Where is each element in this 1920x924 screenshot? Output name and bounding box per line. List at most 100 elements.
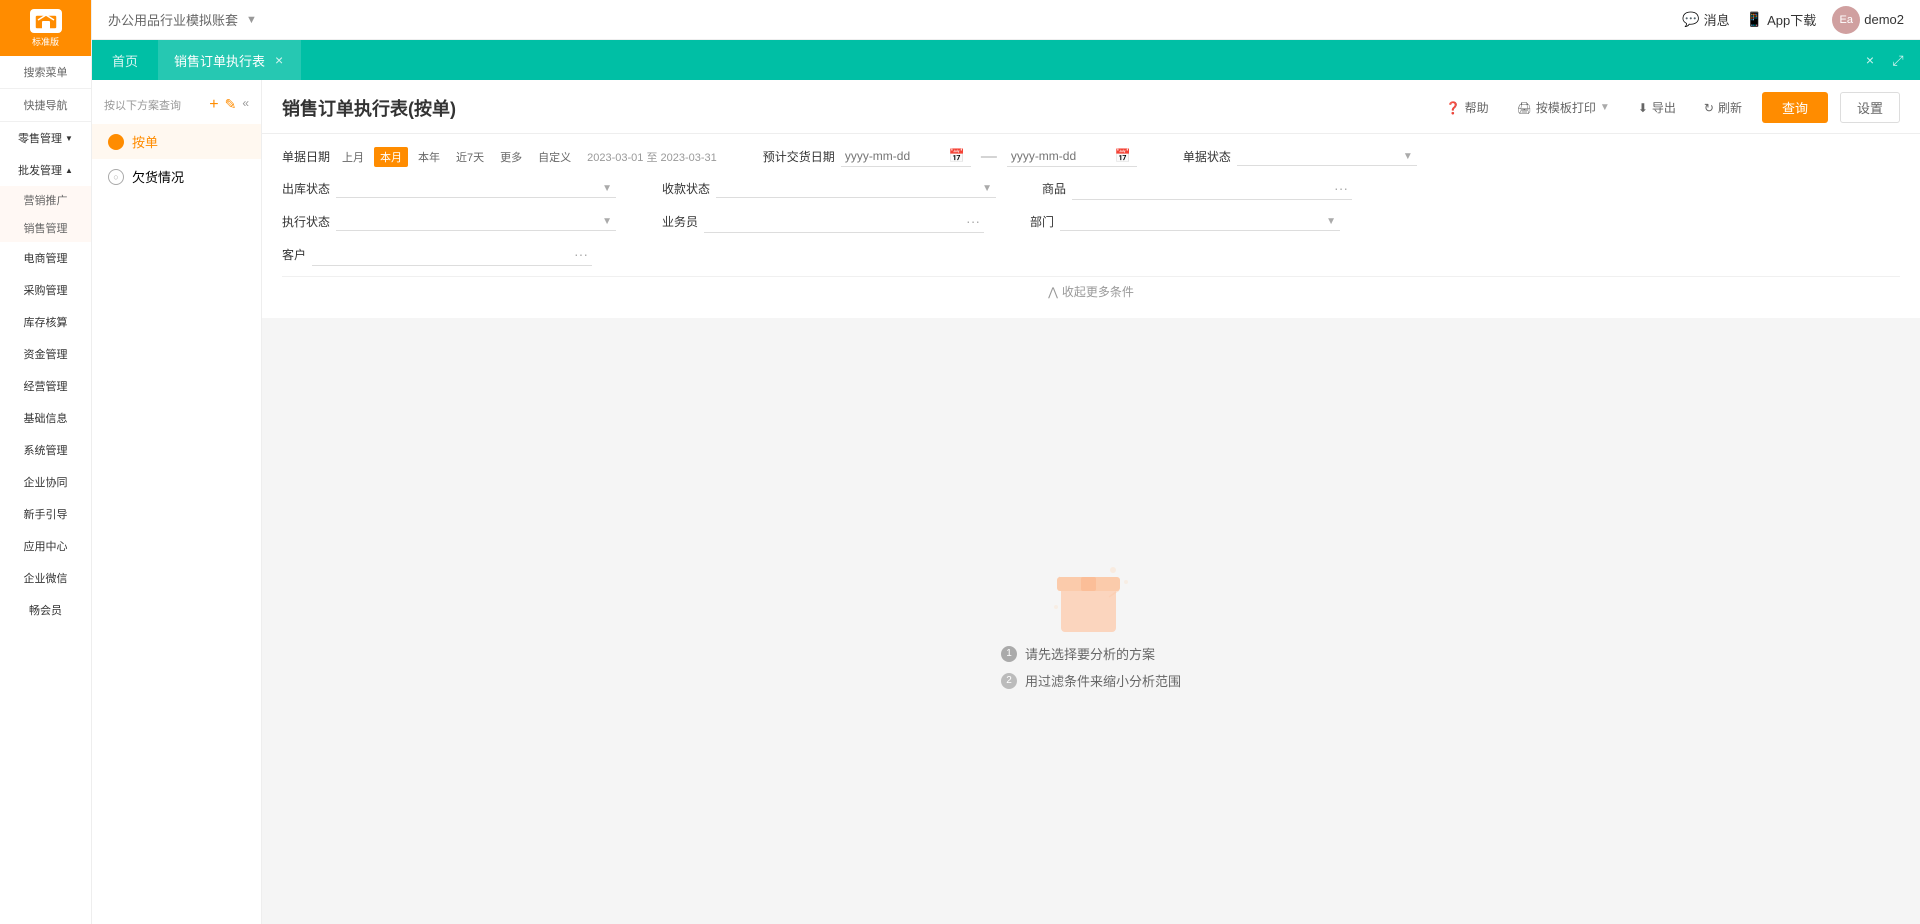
date-btn-year[interactable]: 本年: [412, 147, 446, 167]
page-header-actions: ❓ 帮助 🖨 按模板打印 ▼ ⬇ 导出 ↻: [1438, 92, 1900, 123]
app-download-btn[interactable]: 📱 App下载: [1746, 10, 1817, 29]
sidebar-item-enterprise[interactable]: 企业协同: [0, 466, 91, 498]
main-content: 办公用品行业模拟账套 ▼ 💬 消息 📱 App下载 Ea demo2 首页: [92, 0, 1920, 924]
breadcrumb-text: 办公用品行业模拟账套: [108, 10, 238, 29]
collapse-panel-btn[interactable]: «: [242, 96, 249, 114]
doc-status-dropdown-icon: ▼: [1403, 151, 1413, 162]
date-range-text: 2023-03-01 至 2023-03-31: [587, 149, 717, 165]
sidebar-item-sales[interactable]: 销售管理: [0, 214, 91, 242]
sidebar-item-appcenter[interactable]: 应用中心: [0, 530, 91, 562]
date-filter-buttons: 上月 本月 本年 近7天 更多 自定义: [336, 147, 577, 167]
expected-date-to-input[interactable]: [1011, 149, 1111, 163]
tab-home-label: 首页: [112, 51, 138, 70]
sidebar-item-ecommerce[interactable]: 电商管理: [0, 242, 91, 274]
refresh-label: 刷新: [1718, 99, 1742, 116]
hint-badge-1: 1: [1001, 646, 1017, 662]
avatar-text: Ea: [1840, 14, 1853, 26]
sidebar-item-finance[interactable]: 资金管理: [0, 338, 91, 370]
left-panel-item-shortage[interactable]: ○ 欠货情况: [92, 159, 261, 194]
setting-button[interactable]: 设置: [1840, 92, 1900, 123]
date-btn-cur[interactable]: 本月: [374, 147, 408, 167]
sidebar-item-system[interactable]: 系统管理: [0, 434, 91, 466]
sidebar-logo: 标准版: [0, 0, 92, 56]
salesperson-more-icon[interactable]: ···: [966, 213, 980, 229]
filter-item-date: 单据日期 上月 本月 本年 近7天 更多 自定义 2023-03-01 至 20…: [282, 147, 717, 167]
filter-item-out-status: 出库状态 ▼: [282, 180, 616, 198]
filter-item-goods: 商品 ···: [1042, 177, 1352, 200]
expected-date-from-input[interactable]: [845, 149, 945, 163]
calendar-from-icon[interactable]: 📅: [949, 148, 965, 164]
print-dropdown-icon[interactable]: ▼: [1600, 102, 1610, 113]
dept-label: 部门: [1030, 213, 1054, 230]
add-scheme-btn[interactable]: +: [209, 96, 218, 114]
customer-label: 客户: [282, 246, 306, 263]
doc-status-dropdown[interactable]: ▼: [1237, 148, 1417, 166]
date-btn-7d[interactable]: 近7天: [450, 147, 490, 167]
date-label: 单据日期: [282, 148, 330, 165]
sidebar-item-member[interactable]: 畅会员: [0, 594, 91, 626]
sidebar-item-purchase[interactable]: 采购管理: [0, 274, 91, 306]
expected-date-from-wrapper[interactable]: 📅: [841, 146, 971, 167]
expected-date-to-wrapper[interactable]: 📅: [1007, 146, 1137, 167]
recv-status-dropdown[interactable]: ▼: [716, 180, 996, 198]
sidebar-item-inventory[interactable]: 库存核算: [0, 306, 91, 338]
user-profile-btn[interactable]: Ea demo2: [1832, 6, 1904, 34]
goods-input[interactable]: ···: [1072, 177, 1352, 200]
sidebar-item-ops[interactable]: 经营管理: [0, 370, 91, 402]
filter-item-recv-status: 收款状态 ▼: [662, 180, 996, 198]
sidebar-item-wechat[interactable]: 企业微信: [0, 562, 91, 594]
dept-dropdown[interactable]: ▼: [1060, 213, 1340, 231]
tab-close-icon[interactable]: ×: [273, 50, 285, 70]
sidebar-item-newuser[interactable]: 新手引导: [0, 498, 91, 530]
goods-more-icon[interactable]: ···: [1334, 180, 1348, 196]
help-btn[interactable]: ❓ 帮助: [1438, 95, 1497, 120]
window-close-btn[interactable]: ×: [1860, 50, 1880, 70]
recv-status-dropdown-icon: ▼: [982, 183, 992, 194]
sidebar-item-retail[interactable]: 零售管理: [0, 122, 91, 154]
sidebar-item-wholesale[interactable]: 批发管理: [0, 154, 91, 186]
refresh-btn[interactable]: ↻ 刷新: [1696, 95, 1750, 120]
date-btn-custom[interactable]: 自定义: [532, 147, 577, 167]
collapse-label: 收起更多条件: [1062, 283, 1134, 300]
window-expand-btn[interactable]: ⤢: [1888, 50, 1908, 70]
breadcrumb-dropdown-icon[interactable]: ▼: [246, 14, 257, 26]
customer-more-icon[interactable]: ···: [574, 246, 588, 262]
recv-status-label: 收款状态: [662, 180, 710, 197]
page-title: 销售订单执行表(按单): [282, 95, 456, 121]
empty-text: 1 请先选择要分析的方案 2 用过滤条件来缩小分析范围: [1001, 644, 1181, 690]
sidebar-item-search[interactable]: 办公用品行业模拟账套 搜索菜单: [0, 56, 91, 89]
date-btn-more[interactable]: 更多: [494, 147, 528, 167]
print-btn[interactable]: 🖨 按模板打印 ▼: [1509, 95, 1618, 120]
message-btn[interactable]: 💬 消息: [1682, 10, 1729, 29]
edit-scheme-btn[interactable]: ✎: [225, 96, 237, 114]
app-download-label: App下载: [1767, 10, 1816, 29]
download-icon: 📱: [1746, 11, 1763, 28]
sidebar-item-base[interactable]: 基础信息: [0, 402, 91, 434]
date-btn-prev[interactable]: 上月: [336, 147, 370, 167]
out-status-dropdown[interactable]: ▼: [336, 180, 616, 198]
collapse-btn[interactable]: ⋀ 收起更多条件: [1048, 283, 1134, 300]
tab-home[interactable]: 首页: [92, 40, 158, 80]
print-icon: 🖨: [1517, 101, 1532, 115]
right-panel: 销售订单执行表(按单) ❓ 帮助 🖨 按模板打印 ▼ ⬇: [262, 80, 1920, 924]
filter-item-doc-status: 单据状态 ▼: [1183, 148, 1417, 166]
customer-input[interactable]: ···: [312, 243, 592, 266]
left-panel: 按以下方案查询 + ✎ « 按单 ○ 欠货情况: [92, 80, 262, 924]
logo-icon: [30, 9, 62, 33]
export-btn[interactable]: ⬇ 导出: [1630, 95, 1684, 120]
out-status-label: 出库状态: [282, 180, 330, 197]
sidebar-section-retail: 零售管理 批发管理 营销推广 销售管理 电商管理 采购管理 库存核算 资金管理 …: [0, 122, 91, 626]
filter-item-salesperson: 业务员 ···: [662, 210, 984, 233]
exec-status-dropdown-icon: ▼: [602, 216, 612, 227]
message-icon: 💬: [1682, 11, 1699, 28]
left-panel-item-order[interactable]: 按单: [92, 124, 261, 159]
sidebar-item-marketing[interactable]: 营销推广: [0, 186, 91, 214]
exec-status-dropdown[interactable]: ▼: [336, 213, 616, 231]
calendar-to-icon[interactable]: 📅: [1115, 148, 1131, 164]
user-avatar: Ea: [1832, 6, 1860, 34]
query-button[interactable]: 查询: [1762, 92, 1828, 123]
exec-status-label: 执行状态: [282, 213, 330, 230]
tab-sales-order[interactable]: 销售订单执行表 ×: [158, 40, 301, 80]
salesperson-input[interactable]: ···: [704, 210, 984, 233]
sidebar-item-quick-nav[interactable]: 快捷导航: [0, 89, 91, 122]
